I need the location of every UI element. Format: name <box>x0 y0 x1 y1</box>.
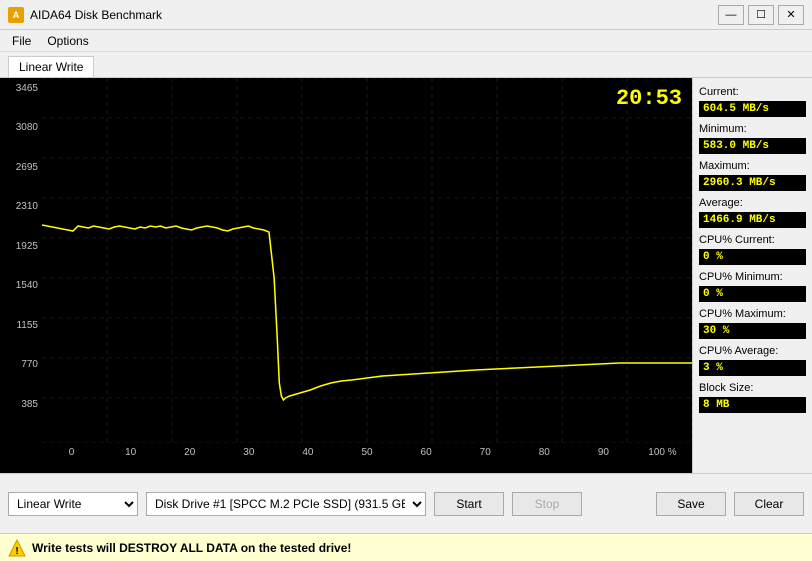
bottom-controls: Linear Write Disk Drive #1 [SPCC M.2 PCI… <box>0 473 812 533</box>
close-button[interactable]: ✕ <box>778 5 804 25</box>
main-content: 20:53 3465 3080 2695 2310 1925 1540 1155… <box>0 78 812 473</box>
cpu-minimum-value: 0 % <box>699 286 806 302</box>
minimize-button[interactable]: — <box>718 5 744 25</box>
current-value: 604.5 MB/s <box>699 101 806 117</box>
x-label-80: 80 <box>515 447 574 458</box>
x-label-70: 70 <box>456 447 515 458</box>
save-button[interactable]: Save <box>656 492 726 516</box>
y-label-385: 385 <box>0 399 42 410</box>
window-title: AIDA64 Disk Benchmark <box>30 8 162 22</box>
block-size-label: Block Size: <box>699 382 806 394</box>
cpu-minimum-label: CPU% Minimum: <box>699 271 806 283</box>
maximum-value: 2960.3 MB/s <box>699 175 806 191</box>
y-label-2695: 2695 <box>0 162 42 173</box>
average-label: Average: <box>699 197 806 209</box>
test-select[interactable]: Linear Write <box>8 492 138 516</box>
x-label-60: 60 <box>397 447 456 458</box>
cpu-average-label: CPU% Average: <box>699 345 806 357</box>
x-label-40: 40 <box>278 447 337 458</box>
warning-text: Write tests will DESTROY ALL DATA on the… <box>32 541 351 555</box>
cpu-maximum-value: 30 % <box>699 323 806 339</box>
cpu-average-value: 3 % <box>699 360 806 376</box>
warning-icon: ! <box>8 539 26 557</box>
clear-button[interactable]: Clear <box>734 492 804 516</box>
x-label-90: 90 <box>574 447 633 458</box>
minimum-value: 583.0 MB/s <box>699 138 806 154</box>
menu-bar: File Options <box>0 30 812 52</box>
y-axis: 3465 3080 2695 2310 1925 1540 1155 770 3… <box>0 78 42 443</box>
x-label-10: 10 <box>101 447 160 458</box>
app-icon: A <box>8 7 24 23</box>
stop-button[interactable]: Stop <box>512 492 582 516</box>
cpu-current-label: CPU% Current: <box>699 234 806 246</box>
y-label-770: 770 <box>0 359 42 370</box>
x-label-50: 50 <box>337 447 396 458</box>
x-label-0: 0 <box>42 447 101 458</box>
cpu-maximum-label: CPU% Maximum: <box>699 308 806 320</box>
y-label-2310: 2310 <box>0 201 42 212</box>
current-label: Current: <box>699 86 806 98</box>
y-label-3465: 3465 <box>0 83 42 94</box>
warning-bar: ! Write tests will DESTROY ALL DATA on t… <box>0 533 812 561</box>
x-label-100: 100 % <box>633 447 692 458</box>
x-label-30: 30 <box>219 447 278 458</box>
chart-svg <box>42 78 692 443</box>
block-size-value: 8 MB <box>699 397 806 413</box>
menu-file[interactable]: File <box>4 32 39 50</box>
start-button[interactable]: Start <box>434 492 504 516</box>
cpu-current-value: 0 % <box>699 249 806 265</box>
x-axis: 0 10 20 30 40 50 60 70 80 90 100 % <box>42 443 692 473</box>
minimum-label: Minimum: <box>699 123 806 135</box>
stats-panel: Current: 604.5 MB/s Minimum: 583.0 MB/s … <box>692 78 812 473</box>
title-bar: A AIDA64 Disk Benchmark — ☐ ✕ <box>0 0 812 30</box>
maximum-label: Maximum: <box>699 160 806 172</box>
x-label-20: 20 <box>160 447 219 458</box>
average-value: 1466.9 MB/s <box>699 212 806 228</box>
maximize-button[interactable]: ☐ <box>748 5 774 25</box>
tab-linear-write[interactable]: Linear Write <box>8 56 94 77</box>
y-label-1540: 1540 <box>0 280 42 291</box>
menu-options[interactable]: Options <box>39 32 96 50</box>
chart-area: 20:53 3465 3080 2695 2310 1925 1540 1155… <box>0 78 692 473</box>
y-label-3080: 3080 <box>0 122 42 133</box>
tab-bar: Linear Write <box>0 52 812 78</box>
y-label-1925: 1925 <box>0 241 42 252</box>
drive-select[interactable]: Disk Drive #1 [SPCC M.2 PCIe SSD] (931.5… <box>146 492 426 516</box>
y-label-1155: 1155 <box>0 320 42 331</box>
chart-canvas <box>42 78 692 443</box>
svg-text:!: ! <box>15 546 18 557</box>
